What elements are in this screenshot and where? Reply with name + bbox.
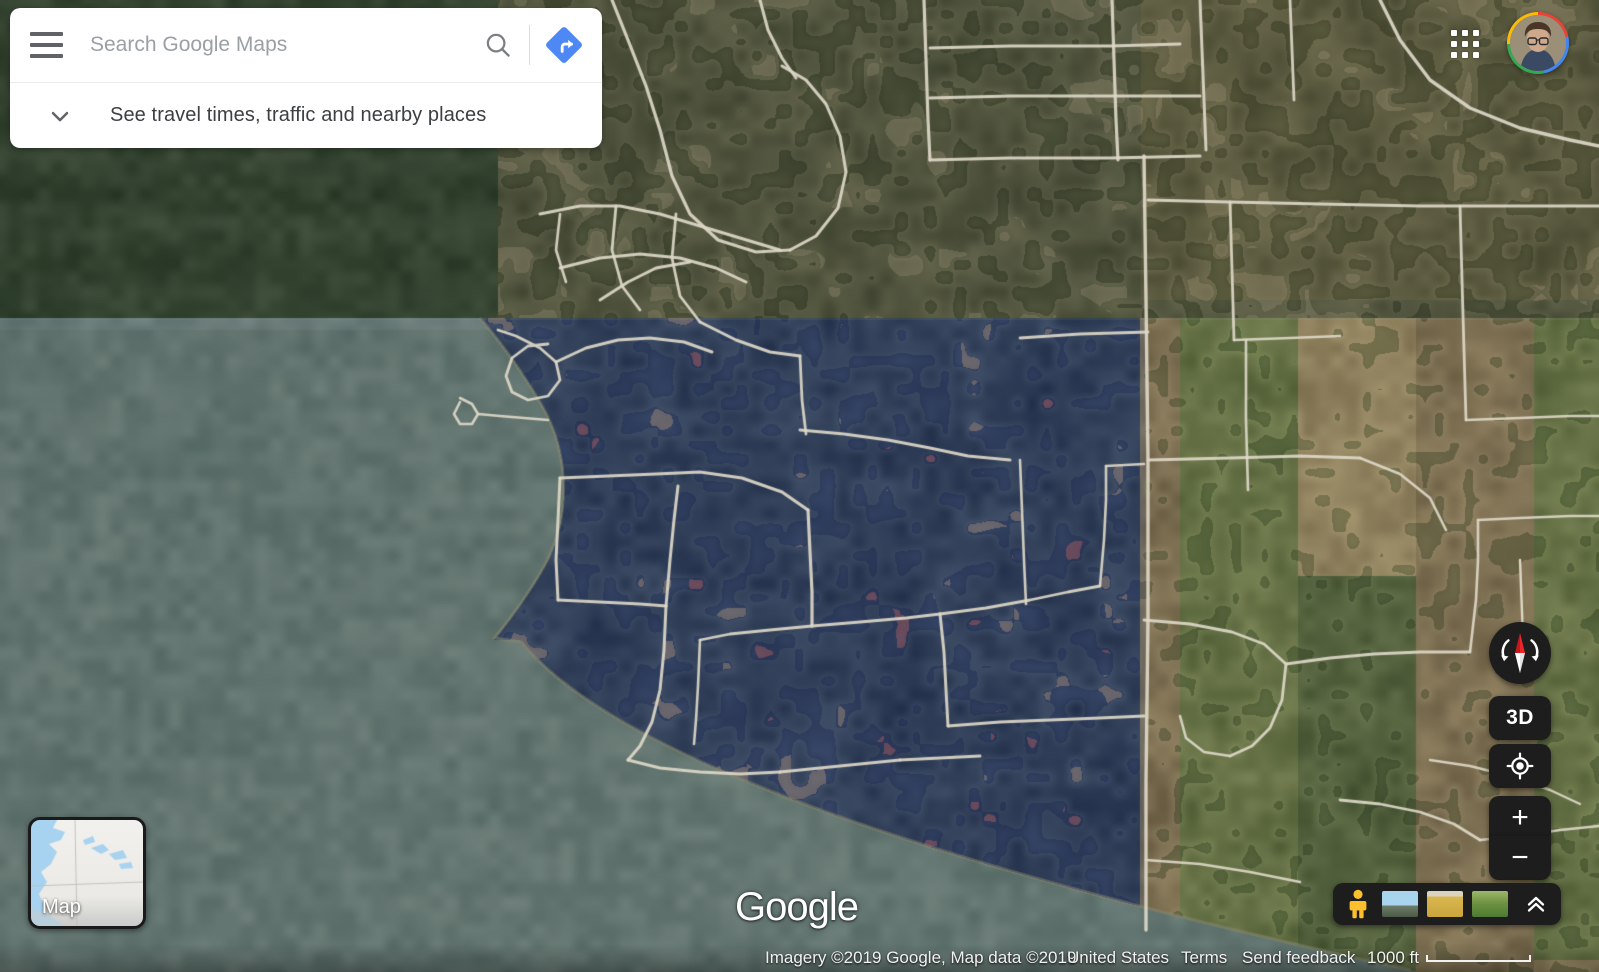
travel-times-label: See travel times, traffic and nearby pla… (110, 104, 487, 126)
street-view-bar (1333, 883, 1561, 925)
terms-link[interactable]: Terms (1181, 948, 1227, 968)
directions-icon[interactable] (540, 21, 588, 69)
zoom-out-label: − (1511, 841, 1529, 874)
toolbar-divider (529, 25, 530, 65)
search-panel: See travel times, traffic and nearby pla… (10, 8, 602, 148)
zoom-out-icon[interactable]: − (1489, 836, 1551, 880)
account-avatar[interactable] (1507, 12, 1569, 74)
send-feedback-link[interactable]: Send feedback (1242, 948, 1355, 968)
street-view-thumb-foliage[interactable] (1472, 891, 1508, 917)
google-maps-app: Google Search Google Maps See travel tim… (0, 0, 1599, 972)
chevron-down-icon[interactable] (10, 102, 110, 130)
chevron-double-up-icon[interactable] (1521, 888, 1551, 920)
zoom-in-label: + (1511, 801, 1529, 834)
search-bar (10, 8, 602, 82)
3d-toggle-label: 3D (1506, 706, 1534, 729)
map-layer-label: Map (42, 896, 81, 918)
hamburger-menu-icon[interactable] (10, 8, 82, 82)
street-view-thumb-field[interactable] (1427, 891, 1463, 917)
avatar-image (1510, 15, 1566, 71)
3d-toggle-icon[interactable]: 3D (1489, 696, 1551, 740)
pegman-icon[interactable] (1343, 888, 1373, 920)
apps-grid-icon[interactable] (1443, 22, 1487, 66)
map-layer-toggle[interactable]: Map (28, 817, 146, 929)
search-icon[interactable] (469, 8, 527, 82)
compass-icon[interactable] (1489, 622, 1551, 684)
travel-times-row[interactable]: See travel times, traffic and nearby pla… (10, 82, 602, 148)
zoom-in-icon[interactable]: + (1489, 796, 1551, 840)
search-input[interactable] (82, 33, 469, 57)
street-view-thumb-sky[interactable] (1382, 891, 1418, 917)
my-location-icon[interactable] (1489, 744, 1551, 788)
